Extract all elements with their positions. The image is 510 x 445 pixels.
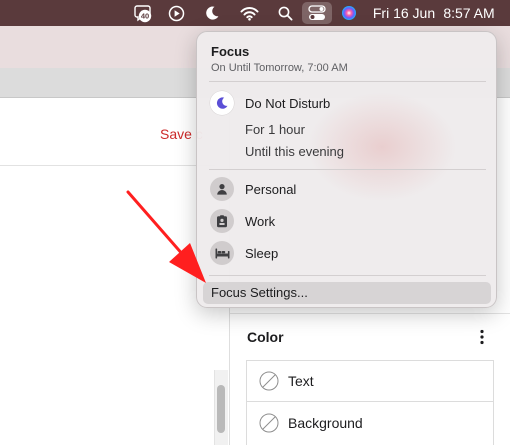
focus-mode-work[interactable]: Work: [197, 207, 496, 235]
focus-mode-label: Personal: [245, 181, 297, 197]
do-not-disturb-item[interactable]: Do Not Disturb: [197, 89, 496, 117]
color-option-text[interactable]: Text: [247, 361, 493, 402]
scrollbar-thumb[interactable]: [217, 385, 225, 433]
empty-swatch-icon: [259, 413, 279, 433]
focus-popover: Focus On Until Tomorrow, 7:00 AM Do Not …: [196, 31, 497, 308]
control-center-icon[interactable]: [302, 2, 332, 24]
panel-divider: [230, 313, 510, 314]
focus-mode-label: Sleep: [245, 245, 279, 261]
focus-title: Focus: [211, 44, 250, 59]
separator: [209, 275, 486, 276]
more-options-icon[interactable]: [472, 327, 492, 347]
bed-icon: [210, 241, 234, 265]
moon-icon: [210, 91, 234, 115]
content-divider: [0, 165, 215, 166]
menubar-time[interactable]: 8:57 AM: [443, 0, 495, 26]
badge-40-icon[interactable]: 40: [132, 0, 154, 26]
wifi-icon[interactable]: [238, 0, 260, 26]
work-badge-icon: [210, 209, 234, 233]
focus-mode-sleep[interactable]: Sleep: [197, 239, 496, 267]
empty-swatch-icon: [259, 371, 279, 391]
focus-settings-item[interactable]: Focus Settings...: [203, 282, 491, 304]
color-section-title: Color: [247, 329, 284, 345]
separator: [209, 169, 486, 170]
dnd-option-until-evening[interactable]: Until this evening: [245, 144, 344, 159]
focus-mode-personal[interactable]: Personal: [197, 175, 496, 203]
menu-bar: 40 Fri 16 Jun 8:57 AM: [0, 0, 510, 26]
siri-icon[interactable]: [339, 0, 359, 26]
person-icon: [210, 177, 234, 201]
badge-count: 40: [141, 12, 149, 21]
focus-subtitle: On Until Tomorrow, 7:00 AM: [211, 62, 348, 74]
color-option-label: Text: [288, 373, 314, 389]
color-option-background[interactable]: Background: [247, 402, 493, 443]
color-option-label: Background: [288, 414, 363, 431]
do-not-disturb-label: Do Not Disturb: [245, 95, 331, 111]
focus-settings-label: Focus Settings...: [211, 285, 308, 300]
moon-icon[interactable]: [202, 0, 222, 26]
dnd-option-1-hour[interactable]: For 1 hour: [245, 122, 305, 137]
play-circle-icon[interactable]: [166, 0, 186, 26]
focus-mode-label: Work: [245, 213, 276, 229]
menubar-date[interactable]: Fri 16 Jun: [371, 0, 437, 26]
color-options: Text Background: [246, 360, 494, 445]
separator: [209, 81, 486, 82]
search-icon[interactable]: [275, 0, 295, 26]
